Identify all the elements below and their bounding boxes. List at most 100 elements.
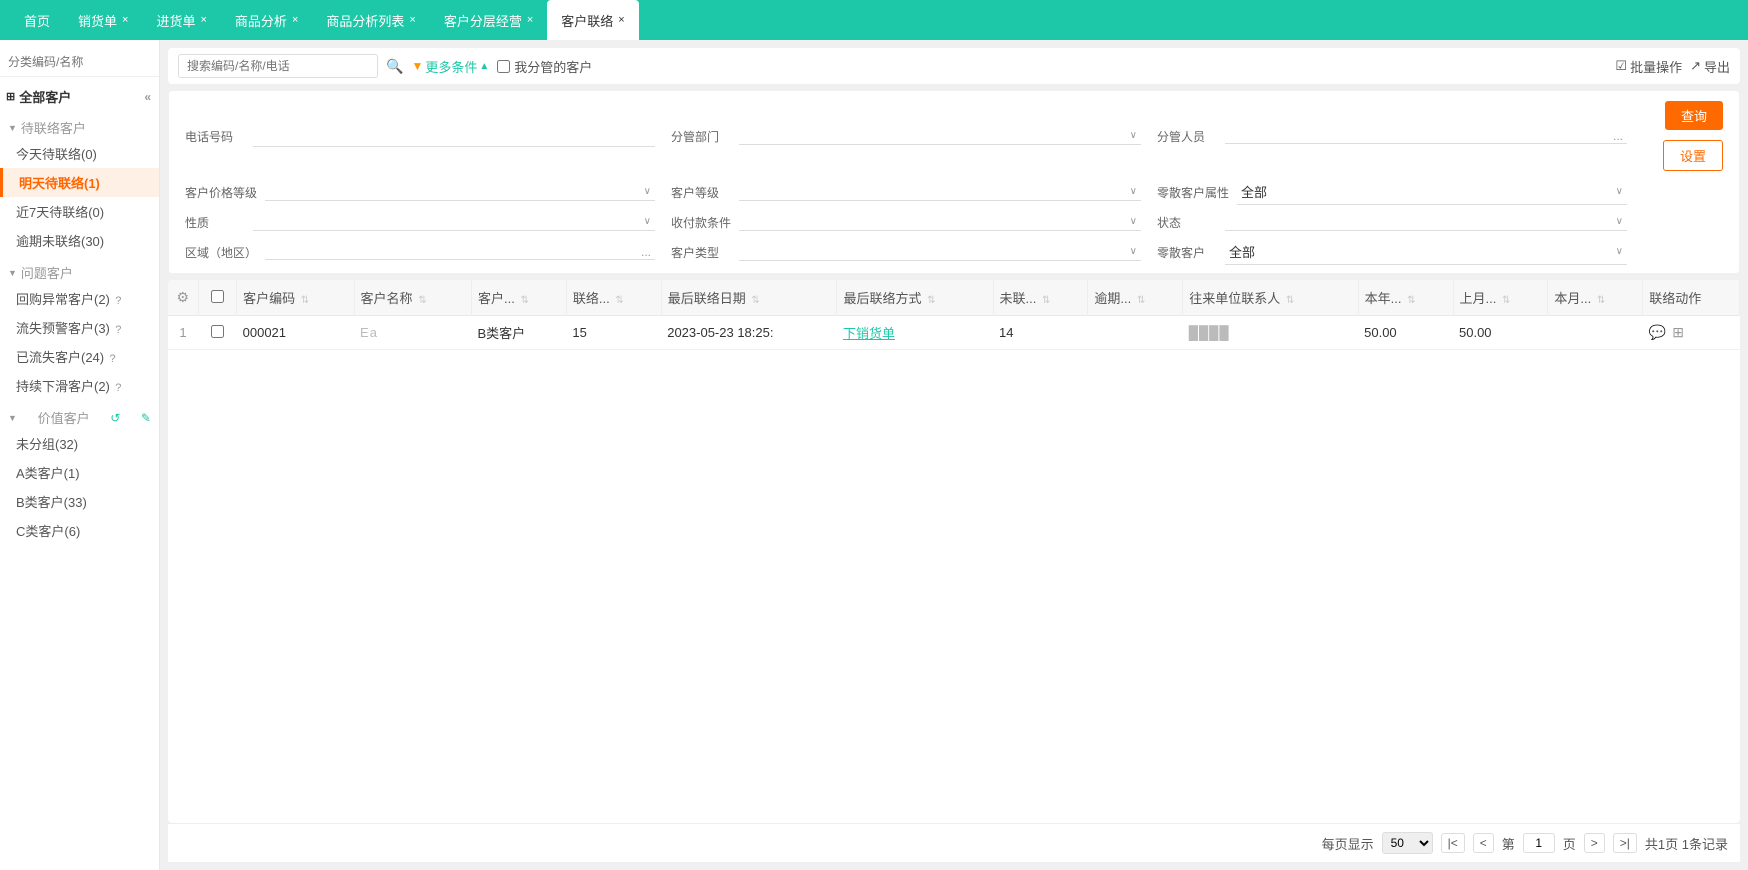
sidebar-item-week-pending[interactable]: 近7天待联络(0) <box>0 197 159 226</box>
col-overdue[interactable]: 逾期... ⇅ <box>1088 280 1183 316</box>
row-contact-person: ████ <box>1183 316 1358 350</box>
more-conditions-btn[interactable]: ▼ 更多条件 ▲ <box>411 57 489 76</box>
my-customers-checkbox-label[interactable]: 我分管的客户 <box>497 57 592 76</box>
status-arrow: ∨ <box>1616 216 1623 227</box>
sidebar-search-input[interactable] <box>8 55 160 69</box>
main-layout: 🔍 ⊞ 全部客户 « 待联络客户 今天待联络(0) 明天待联络(1) 近7天待联… <box>0 40 1748 870</box>
col-settings-gear[interactable]: ⚙ <box>168 280 198 316</box>
page-input[interactable] <box>1523 833 1555 853</box>
select-all-checkbox[interactable] <box>211 290 224 303</box>
settings-gear-icon[interactable]: ⚙ <box>176 289 189 305</box>
search-button-icon[interactable]: 🔍 <box>386 58 403 75</box>
sidebar-item-abnormal[interactable]: 回购异常客户(2) ? <box>0 284 159 313</box>
row-last-contact-method[interactable]: 下销货单 <box>837 316 993 350</box>
status-select[interactable]: ∨ <box>1225 213 1627 231</box>
nav-home[interactable]: 首页 <box>10 0 64 40</box>
query-button[interactable]: 查询 <box>1665 101 1723 130</box>
sidebar-item-a-class[interactable]: A类客户(1) <box>0 458 159 487</box>
page-label: 第 <box>1502 834 1515 853</box>
sidebar-item-lost[interactable]: 已流失客户(24) ? <box>0 342 159 371</box>
customer-type-select[interactable]: ∨ <box>739 243 1141 261</box>
sidebar-item-b-class[interactable]: B类客户(33) <box>0 487 159 516</box>
row-overdue <box>1088 316 1183 350</box>
setting-button[interactable]: 设置 <box>1663 140 1723 171</box>
col-this-month[interactable]: 本月... ⇅ <box>1548 280 1643 316</box>
col-contact-person[interactable]: 往来单位联系人 ⇅ <box>1183 280 1358 316</box>
col-name[interactable]: 客户名称 ⇅ <box>354 280 471 316</box>
search-input[interactable] <box>178 54 378 78</box>
sidebar-item-declining[interactable]: 持续下滑客户(2) ? <box>0 371 159 400</box>
first-page-btn[interactable]: |< <box>1441 833 1465 853</box>
row-action-comment-icon[interactable]: 💬 <box>1649 324 1666 341</box>
nav-purchase[interactable]: 进货单 × <box>142 0 220 40</box>
adv-filter-row-3: 性质 ∨ 收付款条件 ∨ 状态 <box>185 213 1723 231</box>
nav-sales-close[interactable]: × <box>122 14 128 26</box>
table-footer: 每页显示 50 100 200 |< < 第 页 > >| 共1页 1条记录 <box>168 823 1740 862</box>
dept-select[interactable]: ∨ <box>739 127 1141 145</box>
col-no-contact-days[interactable]: 未联... ⇅ <box>993 280 1088 316</box>
col-this-year[interactable]: 本年... ⇅ <box>1358 280 1453 316</box>
col-last-contact-method[interactable]: 最后联络方式 ⇅ <box>837 280 993 316</box>
col-code[interactable]: 客户编码 ⇅ <box>237 280 354 316</box>
per-page-label: 每页显示 <box>1322 834 1374 853</box>
nav-purchase-close[interactable]: × <box>200 14 206 26</box>
nav-customer-contact[interactable]: 客户联络 × <box>547 0 638 40</box>
col-last-month[interactable]: 上月... ⇅ <box>1453 280 1548 316</box>
region-input[interactable]: ... <box>265 245 655 260</box>
sidebar-item-lost-warning[interactable]: 流失预警客户(3) ? <box>0 313 159 342</box>
row-last-month: 50.00 <box>1453 316 1548 350</box>
nav-customer-tier[interactable]: 客户分层经营 × <box>430 0 547 40</box>
col-last-contact-date[interactable]: 最后联络日期 ⇅ <box>661 280 837 316</box>
my-customers-checkbox[interactable] <box>497 60 510 73</box>
export-btn[interactable]: ↗ 导出 <box>1690 57 1730 76</box>
sidebar-item-c-class[interactable]: C类客户(6) <box>0 516 159 545</box>
manager-input[interactable]: ... <box>1225 129 1627 144</box>
nav-purchase-label: 进货单 <box>156 11 195 30</box>
customer-level-select[interactable]: ∨ <box>739 183 1141 201</box>
collapse-icon[interactable]: « <box>144 90 151 104</box>
payment-select[interactable]: ∨ <box>739 213 1141 231</box>
batch-ops-btn[interactable]: ☑ 批量操作 <box>1615 57 1682 76</box>
value-group-refresh-icon[interactable]: ↺ <box>110 411 120 425</box>
sidebar-all-customers[interactable]: ⊞ 全部客户 « <box>0 83 159 110</box>
phone-input[interactable] <box>253 126 655 147</box>
nav-product-analysis[interactable]: 商品分析 × <box>221 0 312 40</box>
nav-customer-tier-close[interactable]: × <box>527 14 533 26</box>
customer-level-arrow: ∨ <box>1130 186 1137 197</box>
sidebar-item-tomorrow-pending[interactable]: 明天待联络(1) <box>0 168 159 197</box>
per-page-select[interactable]: 50 100 200 <box>1382 832 1433 854</box>
nav-customer-contact-close[interactable]: × <box>618 14 624 26</box>
nav-product-analysis-list-close[interactable]: × <box>409 14 415 26</box>
nature-select[interactable]: ∨ <box>253 213 655 231</box>
value-group-edit-icon[interactable]: ✎ <box>141 411 151 425</box>
row-action-grid-icon[interactable]: ⊞ <box>1672 324 1684 341</box>
customer-table: ⚙ 客户编码 ⇅ 客户名称 ⇅ 客户... ⇅ <box>168 280 1740 350</box>
sidebar-item-today-pending[interactable]: 今天待联络(0) <box>0 139 159 168</box>
adv-filter-phone: 电话号码 <box>185 126 655 147</box>
col-contact-count[interactable]: 联络... ⇅ <box>566 280 661 316</box>
nav-sales[interactable]: 销货单 × <box>64 0 142 40</box>
col-customer-type[interactable]: 客户... ⇅ <box>471 280 566 316</box>
nav-product-analysis-list[interactable]: 商品分析列表 × <box>312 0 429 40</box>
manager-dots[interactable]: ... <box>1609 129 1627 143</box>
row-checkbox[interactable] <box>211 325 224 338</box>
price-level-select[interactable]: ∨ <box>265 183 655 201</box>
row-last-contact-date: 2023-05-23 18:25: <box>661 316 837 350</box>
scatter-customer-select[interactable]: 全部 ∨ <box>1225 239 1627 265</box>
sidebar-search-bar: 🔍 <box>0 48 159 77</box>
checkbox-icon: ☑ <box>1615 58 1627 74</box>
nav-sales-label: 销货单 <box>78 11 117 30</box>
adv-filter-row-2: 客户价格等级 ∨ 客户等级 ∨ 零散客户属性 全部 <box>185 179 1723 205</box>
row-this-month <box>1548 316 1643 350</box>
nav-product-analysis-close[interactable]: × <box>292 14 298 26</box>
sidebar-item-overdue-pending[interactable]: 逾期未联络(30) <box>0 226 159 255</box>
dept-select-arrow: ∨ <box>1130 130 1137 141</box>
sidebar-item-ungrouped[interactable]: 未分组(32) <box>0 429 159 458</box>
next-page-btn[interactable]: > <box>1584 833 1605 853</box>
adv-filter-scatter-customer: 零散客户 全部 ∨ <box>1157 239 1627 265</box>
scatter-attr-arrow: ∨ <box>1616 186 1623 197</box>
prev-page-btn[interactable]: < <box>1473 833 1494 853</box>
region-dots[interactable]: ... <box>637 245 655 259</box>
last-page-btn[interactable]: >| <box>1613 833 1637 853</box>
scatter-attr-select[interactable]: 全部 ∨ <box>1237 179 1627 205</box>
